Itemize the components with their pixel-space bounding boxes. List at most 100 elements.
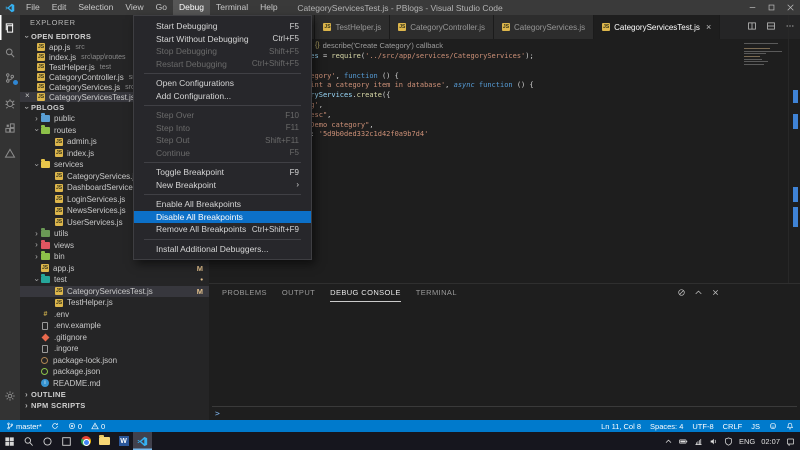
status-sync[interactable] [51, 422, 59, 431]
status-spaces-4[interactable]: Spaces: 4 [650, 422, 683, 431]
menu-item-step-over[interactable]: Step OverF10 [134, 109, 311, 122]
tab-label: TestHelper.js [335, 23, 381, 32]
menu-item-label: Enable All Breakpoints [156, 199, 241, 209]
folder-icon [41, 242, 50, 249]
menu-debug[interactable]: Debug [173, 0, 210, 15]
menu-edit[interactable]: Edit [46, 0, 73, 15]
menu-view[interactable]: View [119, 0, 149, 15]
bell-icon[interactable] [786, 422, 794, 430]
tree-item-env[interactable]: #.env [20, 309, 209, 321]
menu-item-stop-debugging[interactable]: Stop DebuggingShift+F5 [134, 45, 311, 58]
menu-item-restart-debugging[interactable]: Restart DebuggingCtrl+Shift+F5 [134, 58, 311, 71]
menu-item-install-additional-debuggers[interactable]: Install Additional Debuggers... [134, 243, 311, 256]
extensions-icon[interactable] [0, 115, 20, 140]
minimize-icon[interactable] [743, 0, 762, 15]
debug-icon[interactable] [0, 90, 20, 115]
smiley-icon[interactable] [769, 422, 777, 430]
tree-item-package-json[interactable]: package.json [20, 366, 209, 378]
start-button[interactable] [0, 432, 19, 450]
menu-item-new-breakpoint[interactable]: New Breakpoint› [134, 179, 311, 192]
tree-item-testhelper-js[interactable]: JSTestHelper.js [20, 297, 209, 309]
menu-item-start-without-debugging[interactable]: Start Without DebuggingCtrl+F5 [134, 33, 311, 46]
menu-help[interactable]: Help [254, 0, 283, 15]
panel-tab-output[interactable]: OUTPUT [282, 284, 315, 302]
close-panel-icon[interactable] [711, 288, 720, 299]
close-window-icon[interactable] [781, 0, 800, 15]
network-icon[interactable] [694, 437, 703, 446]
tree-item-gitignore[interactable]: .gitignore [20, 332, 209, 344]
tree-item-readme-md[interactable]: iREADME.md [20, 378, 209, 390]
menu-item-toggle-breakpoint[interactable]: Toggle BreakpointF9 [134, 166, 311, 179]
tree-item-env-example[interactable]: .env.example [20, 320, 209, 332]
panel-tab-terminal[interactable]: TERMINAL [416, 284, 457, 302]
panel-tab-debug-console[interactable]: DEBUG CONSOLE [330, 284, 401, 302]
settings-gear-icon[interactable] [0, 383, 20, 408]
minimap[interactable] [744, 43, 786, 66]
clock[interactable]: 02:07 [761, 437, 780, 446]
menu-selection[interactable]: Selection [72, 0, 119, 15]
status-js[interactable]: JS [751, 422, 760, 431]
menu-item-add-configuration[interactable]: Add Configuration... [134, 90, 311, 103]
menu-item-step-into[interactable]: Step IntoF11 [134, 122, 311, 135]
chevron-up-icon[interactable] [664, 437, 673, 446]
menu-terminal[interactable]: Terminal [210, 0, 254, 15]
tree-item-package-lock-json[interactable]: package-lock.json [20, 355, 209, 367]
toggle-layout-icon[interactable] [766, 21, 776, 33]
section-outline[interactable]: ›OUTLINE [20, 389, 209, 400]
debug-console-input[interactable]: > [212, 406, 797, 419]
menu-item-start-debugging[interactable]: Start DebuggingF5 [134, 20, 311, 33]
tab-categoryservicestest-js[interactable]: JSCategoryServicesTest.js× [594, 15, 720, 39]
menu-item-step-out[interactable]: Step OutShift+F11 [134, 134, 311, 147]
tab-categorycontroller-js[interactable]: JSCategoryController.js [390, 15, 494, 39]
status-utf-8[interactable]: UTF-8 [692, 422, 713, 431]
tree-item-app-js[interactable]: JSapp.jsM [20, 263, 209, 275]
section-npm-scripts[interactable]: ›NPM SCRIPTS [20, 400, 209, 411]
status-ln-11-col-8[interactable]: Ln 11, Col 8 [601, 422, 641, 431]
menu-go[interactable]: Go [150, 0, 173, 15]
status-git-branch[interactable]: master* [6, 422, 42, 431]
vscode-icon[interactable] [133, 432, 152, 450]
item-label: views [54, 241, 74, 250]
explorer-icon[interactable] [0, 15, 20, 40]
menu-file[interactable]: File [20, 0, 46, 15]
tab-testhelper-js[interactable]: JSTestHelper.js [315, 15, 390, 39]
status-errors[interactable]: 0 [68, 422, 82, 431]
taskbar-search-icon[interactable] [19, 432, 38, 450]
menu-item-continue[interactable]: ContinueF5 [134, 147, 311, 160]
action-center-icon[interactable] [786, 437, 795, 446]
menu-item-remove-all-breakpoints[interactable]: Remove All BreakpointsCtrl+Shift+F9 [134, 223, 311, 236]
more-actions-icon[interactable] [785, 21, 795, 33]
source-control-icon[interactable] [0, 65, 20, 90]
custom-extension-icon[interactable] [0, 140, 20, 165]
panel-tab-problems[interactable]: PROBLEMS [222, 284, 267, 302]
chrome-icon[interactable] [76, 432, 95, 450]
tree-item-categoryservicestest-js[interactable]: JSCategoryServicesTest.jsM [20, 286, 209, 298]
menu-item-enable-all-breakpoints[interactable]: Enable All Breakpoints [134, 198, 311, 211]
search-icon[interactable] [0, 40, 20, 65]
clear-console-icon[interactable] [677, 288, 686, 299]
task-view-icon[interactable] [57, 432, 76, 450]
language-indicator[interactable]: ENG [739, 437, 755, 446]
tab-categoryservices-js[interactable]: JSCategoryServices.js [494, 15, 594, 39]
file-explorer-icon[interactable] [95, 432, 114, 450]
tree-item-ingore[interactable]: .ingore [20, 343, 209, 355]
cortana-icon[interactable] [38, 432, 57, 450]
split-editor-icon[interactable] [747, 21, 757, 33]
defender-icon[interactable] [724, 437, 733, 446]
volume-icon[interactable] [709, 437, 718, 446]
status-crlf[interactable]: CRLF [723, 422, 743, 431]
menu-item-disable-all-breakpoints[interactable]: Disable All Breakpoints [134, 211, 311, 224]
word-icon[interactable]: W [114, 432, 133, 450]
js-file-icon: JS [55, 172, 63, 180]
close-icon[interactable]: × [25, 91, 30, 100]
status-warnings[interactable]: 0 [91, 422, 105, 431]
close-icon[interactable]: × [706, 22, 711, 32]
breadcrumb-symbol[interactable]: describe('Create Category') callback [323, 41, 443, 50]
maximize-icon[interactable] [762, 0, 781, 15]
menu-item-open-configurations[interactable]: Open Configurations [134, 77, 311, 90]
menu-item-label: Step Out [156, 135, 190, 145]
battery-icon[interactable] [679, 437, 688, 446]
maximize-panel-icon[interactable] [694, 288, 703, 299]
menu-item-shortcut: F5 [290, 148, 299, 157]
tree-item-test[interactable]: ›test• [20, 274, 209, 286]
